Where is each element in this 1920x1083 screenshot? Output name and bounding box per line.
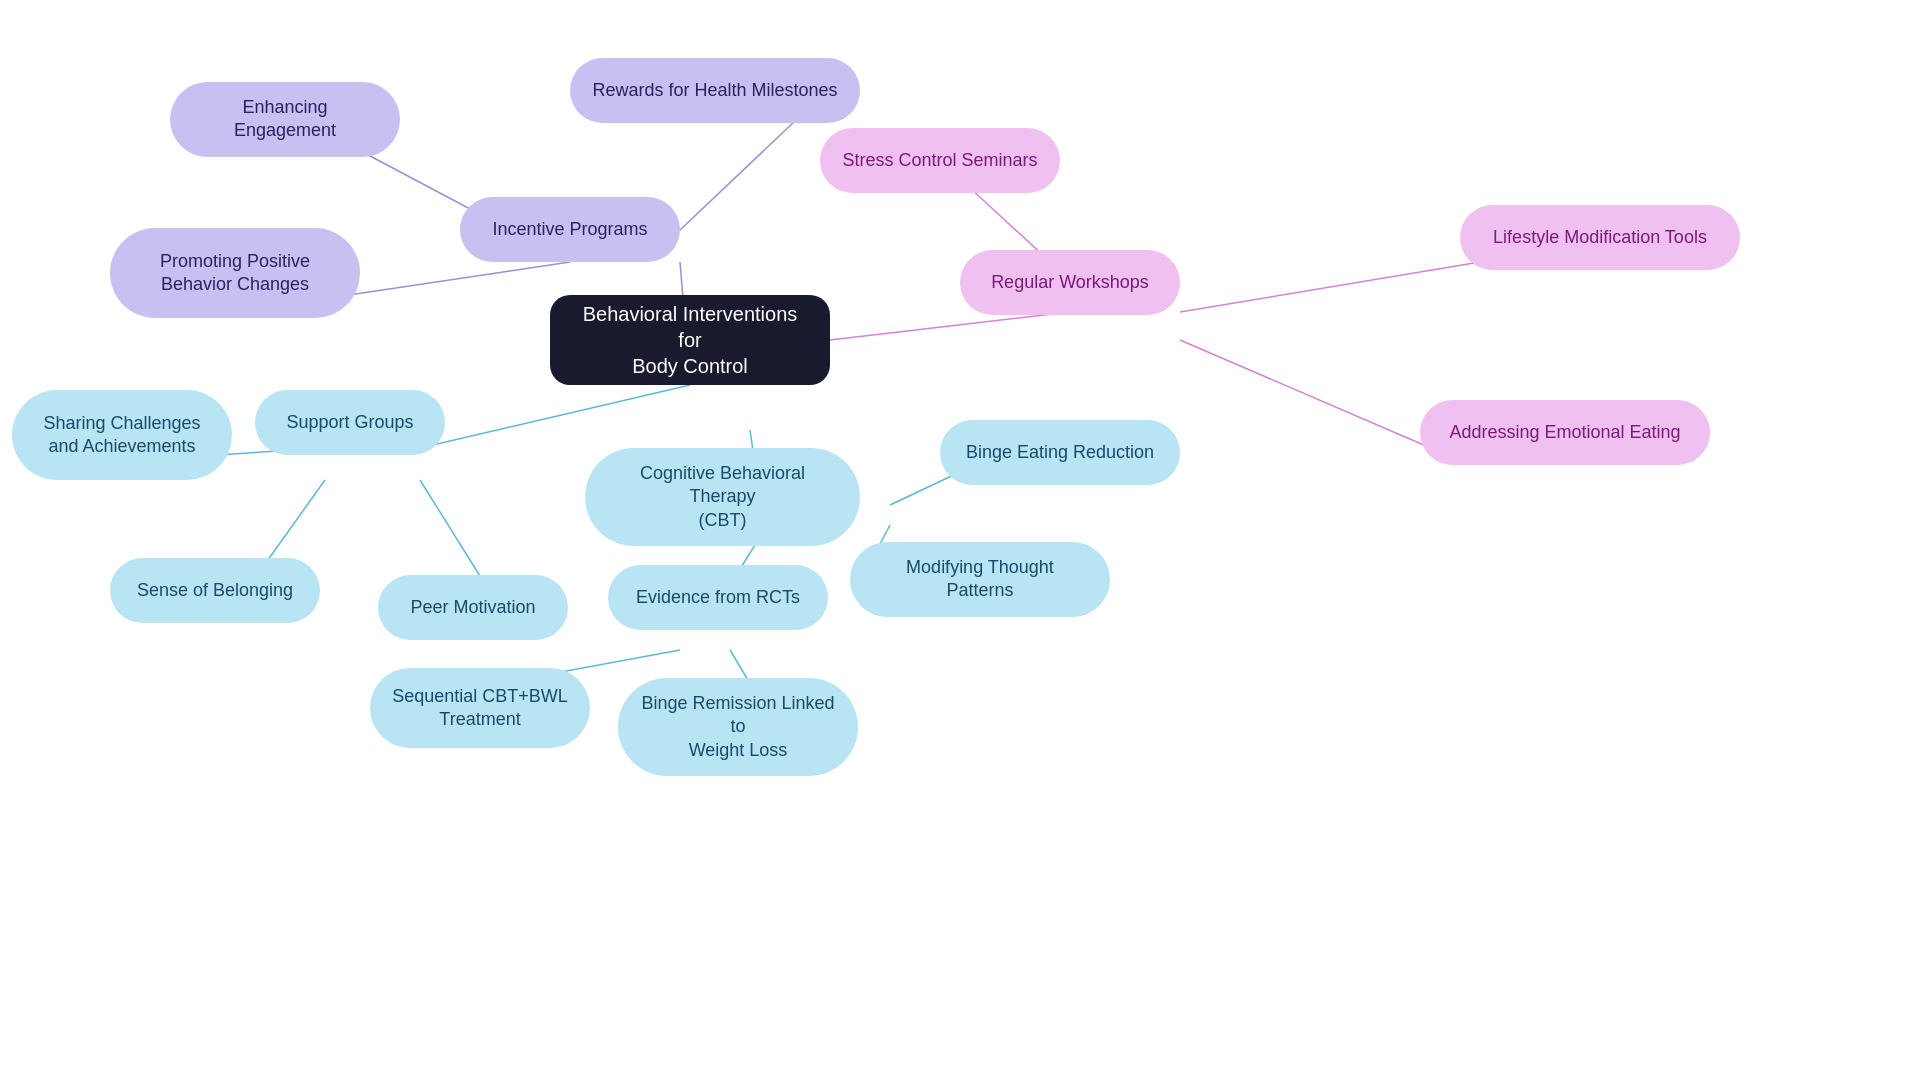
node-rewards-label: Rewards for Health Milestones bbox=[592, 79, 837, 102]
node-binge-eating[interactable]: Binge Eating Reduction bbox=[940, 420, 1180, 485]
node-lifestyle-label: Lifestyle Modification Tools bbox=[1493, 226, 1707, 249]
node-belonging-label: Sense of Belonging bbox=[137, 579, 293, 602]
node-evidence-label: Evidence from RCTs bbox=[636, 586, 800, 609]
node-support-label: Support Groups bbox=[286, 411, 413, 434]
node-stress-label: Stress Control Seminars bbox=[842, 149, 1037, 172]
node-sharing-label: Sharing Challenges and Achievements bbox=[34, 412, 210, 459]
svg-line-8 bbox=[830, 312, 1070, 340]
node-modifying-thought[interactable]: Modifying Thought Patterns bbox=[850, 542, 1110, 617]
node-evidence-rct[interactable]: Evidence from RCTs bbox=[608, 565, 828, 630]
node-stress-control[interactable]: Stress Control Seminars bbox=[820, 128, 1060, 193]
svg-line-13 bbox=[890, 472, 960, 505]
svg-line-4 bbox=[420, 385, 690, 448]
node-enhancing-label: Enhancing Engagement bbox=[192, 96, 378, 143]
node-remission-label: Binge Remission Linked to Weight Loss bbox=[640, 692, 836, 762]
node-lifestyle-modification[interactable]: Lifestyle Modification Tools bbox=[1460, 205, 1740, 270]
node-regular-workshops[interactable]: Regular Workshops bbox=[960, 250, 1180, 315]
node-peer-motivation[interactable]: Peer Motivation bbox=[378, 575, 568, 640]
node-peer-label: Peer Motivation bbox=[410, 596, 535, 619]
node-sense-of-belonging[interactable]: Sense of Belonging bbox=[110, 558, 320, 623]
node-incentive-programs[interactable]: Incentive Programs bbox=[460, 197, 680, 262]
node-enhancing-engagement[interactable]: Enhancing Engagement bbox=[170, 82, 400, 157]
node-binge-label: Binge Eating Reduction bbox=[966, 441, 1154, 464]
node-sharing-challenges[interactable]: Sharing Challenges and Achievements bbox=[12, 390, 232, 480]
center-node: Behavioral Interventions for Body Contro… bbox=[550, 295, 830, 385]
node-workshops-label: Regular Workshops bbox=[991, 271, 1149, 294]
node-sequential-label: Sequential CBT+BWL Treatment bbox=[392, 685, 568, 732]
node-rewards-health[interactable]: Rewards for Health Milestones bbox=[570, 58, 860, 123]
center-label: Behavioral Interventions for Body Contro… bbox=[572, 301, 808, 379]
node-binge-remission[interactable]: Binge Remission Linked to Weight Loss bbox=[618, 678, 858, 776]
node-modifying-label: Modifying Thought Patterns bbox=[872, 556, 1088, 603]
node-promoting-positive[interactable]: Promoting Positive Behavior Changes bbox=[110, 228, 360, 318]
node-incentive-label: Incentive Programs bbox=[492, 218, 647, 241]
svg-line-11 bbox=[1180, 340, 1440, 452]
node-cbt[interactable]: Cognitive Behavioral Therapy (CBT) bbox=[585, 448, 860, 546]
node-promoting-label: Promoting Positive Behavior Changes bbox=[132, 250, 338, 297]
node-addressing-emotional[interactable]: Addressing Emotional Eating bbox=[1420, 400, 1710, 465]
node-support-groups[interactable]: Support Groups bbox=[255, 390, 445, 455]
node-cbt-label: Cognitive Behavioral Therapy (CBT) bbox=[607, 462, 838, 532]
node-sequential-cbt[interactable]: Sequential CBT+BWL Treatment bbox=[370, 668, 590, 748]
node-addressing-label: Addressing Emotional Eating bbox=[1449, 421, 1680, 444]
svg-line-1 bbox=[680, 121, 795, 230]
svg-line-10 bbox=[1180, 262, 1480, 312]
